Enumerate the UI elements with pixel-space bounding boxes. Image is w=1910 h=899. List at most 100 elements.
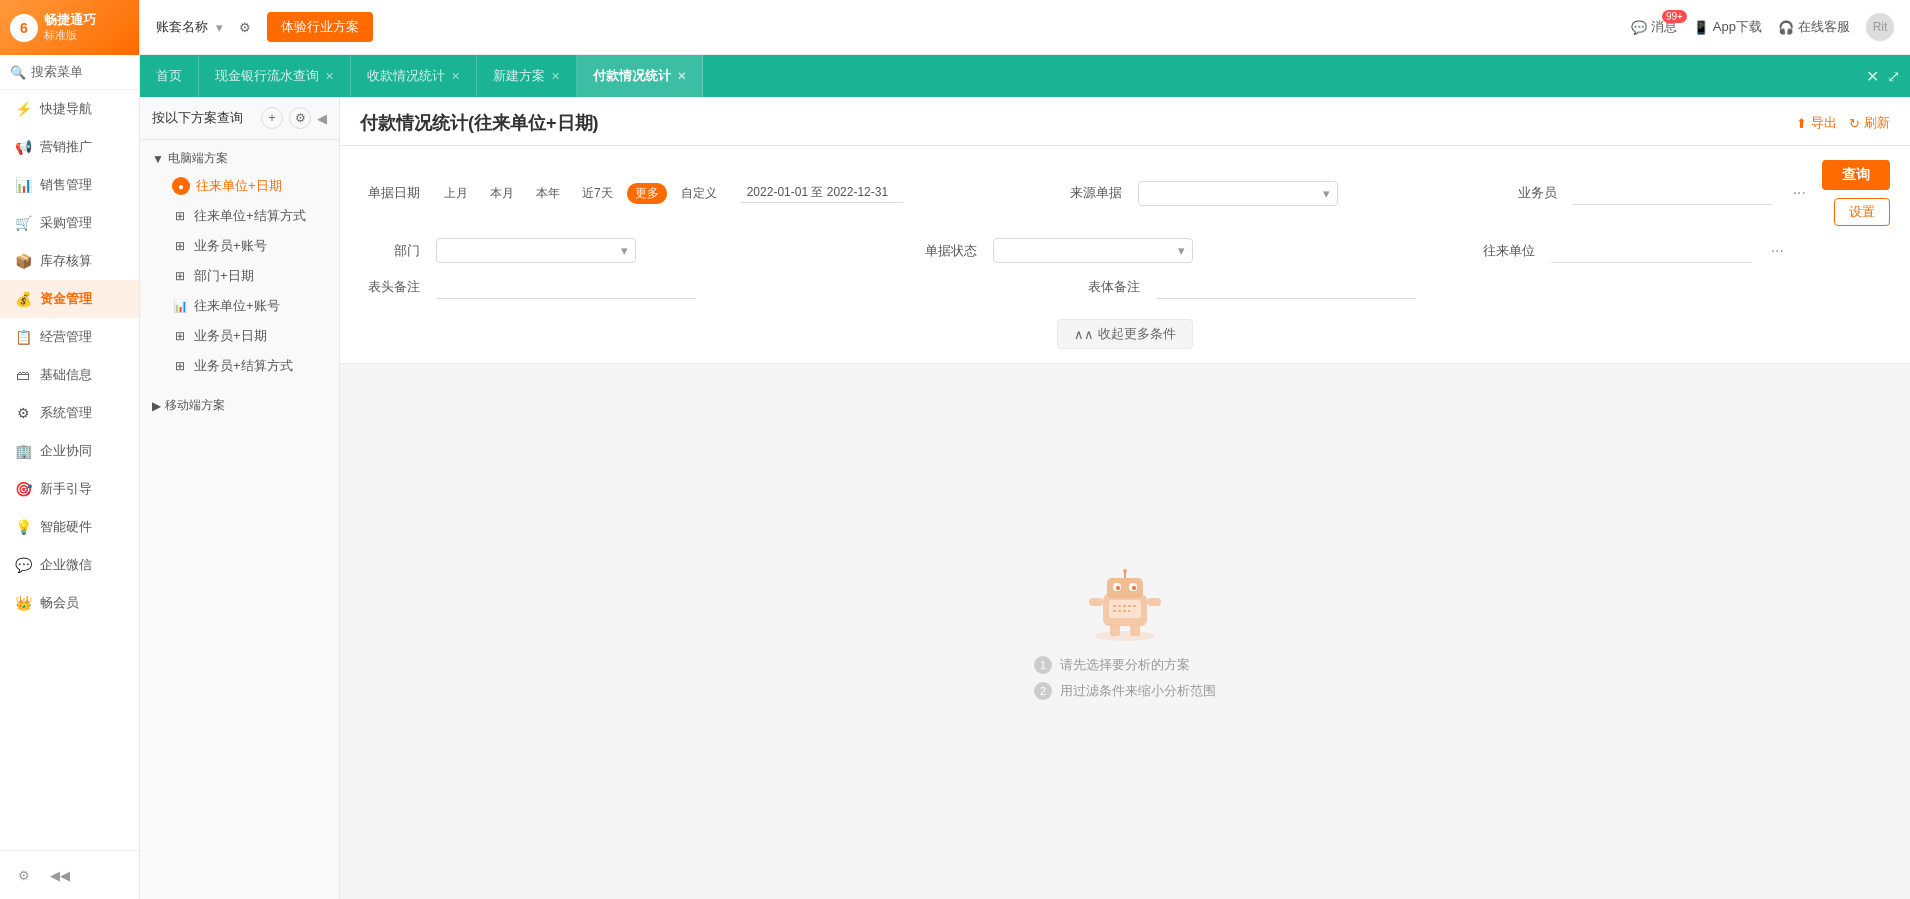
sidebar-item-system[interactable]: ⚙ 系统管理	[0, 394, 139, 432]
sidebar-item-quick-nav[interactable]: ⚡ 快捷导航	[0, 90, 139, 128]
scheme-panel-collapse-btn[interactable]: ◀	[317, 111, 327, 126]
svg-point-0	[1095, 631, 1155, 641]
hint-text-1: 请先选择要分析的方案	[1060, 656, 1190, 674]
system-icon: ⚙	[14, 404, 32, 422]
tab-close-all-btn[interactable]: ✕	[1866, 67, 1879, 86]
scheme-item-unit-settle[interactable]: ⊞ 往来单位+结算方式	[152, 201, 327, 231]
counterpart-more-btn[interactable]: ···	[1771, 242, 1784, 260]
tab-payment-stats-label: 付款情况统计	[593, 67, 671, 85]
marketing-icon: 📢	[14, 138, 32, 156]
tab-receipt-stats[interactable]: 收款情况统计 ✕	[351, 55, 477, 97]
dept-select-wrap	[436, 238, 636, 263]
table-head-remark-label: 表头备注	[360, 278, 420, 296]
doc-status-select-wrap	[993, 238, 1193, 263]
topbar-settings-btn[interactable]: ⚙	[231, 13, 259, 41]
refresh-btn[interactable]: ↻ 刷新	[1849, 114, 1890, 132]
scheme-item-label: 往来单位+日期	[196, 177, 282, 195]
date-opt-last-month[interactable]: 上月	[436, 183, 476, 204]
trial-btn[interactable]: 体验行业方案	[267, 12, 373, 42]
sidebar-item-hardware[interactable]: 💡 智能硬件	[0, 508, 139, 546]
source-doc-select-wrap	[1138, 181, 1338, 206]
scheme-item-salesman-settle[interactable]: ⊞ 业务员+结算方式	[152, 351, 327, 381]
sidebar-item-inventory[interactable]: 📦 库存核算	[0, 242, 139, 280]
tab-expand-btn[interactable]: ⤢	[1887, 67, 1900, 86]
sidebar-collapse-btn[interactable]: ◀◀	[46, 861, 74, 889]
refresh-icon: ↻	[1849, 116, 1860, 131]
main-area: 账套名称 ▾ ⚙ 体验行业方案 💬 消息 99+ 📱 App下载 🎧 在线客服 …	[140, 0, 1910, 899]
scheme-item-salesman-date[interactable]: ⊞ 业务员+日期	[152, 321, 327, 351]
date-opt-this-year[interactable]: 本年	[528, 183, 568, 204]
sidebar-item-operation[interactable]: 📋 经营管理	[0, 318, 139, 356]
scheme-add-btn[interactable]: +	[261, 107, 283, 129]
sidebar-item-capital[interactable]: 💰 资金管理	[0, 280, 139, 318]
sidebar-item-label: 快捷导航	[40, 100, 92, 118]
salesman-more-btn[interactable]: ···	[1793, 184, 1806, 202]
export-label: 导出	[1811, 114, 1837, 132]
collapse-conditions-btn[interactable]: ∧∧ 收起更多条件	[1057, 319, 1193, 349]
tab-bank-flow-close[interactable]: ✕	[325, 70, 334, 83]
source-doc-label: 来源单据	[1062, 184, 1122, 202]
scheme-item-unit-date[interactable]: ● 往来单位+日期	[152, 171, 327, 201]
tab-bank-flow[interactable]: 现金银行流水查询 ✕	[199, 55, 351, 97]
sidebar-item-guide[interactable]: 🎯 新手引导	[0, 470, 139, 508]
scheme-item-salesman-account[interactable]: ⊞ 业务员+账号	[152, 231, 327, 261]
tab-new-scheme[interactable]: 新建方案 ✕	[477, 55, 577, 97]
inventory-icon: 📦	[14, 252, 32, 270]
date-range-input[interactable]	[741, 184, 903, 203]
counterpart-label: 往来单位	[1475, 242, 1535, 260]
salesman-input[interactable]	[1573, 181, 1773, 205]
sidebar-item-basic[interactable]: 🗃 基础信息	[0, 356, 139, 394]
scheme-item-dept-date[interactable]: ⊞ 部门+日期	[152, 261, 327, 291]
counterpart-input[interactable]	[1551, 239, 1751, 263]
sidebar-item-sales[interactable]: 📊 销售管理	[0, 166, 139, 204]
sidebar-item-member[interactable]: 👑 畅会员	[0, 584, 139, 622]
scheme-item-label: 业务员+结算方式	[194, 357, 293, 375]
tab-payment-stats-close[interactable]: ✕	[677, 70, 686, 83]
doc-status-select[interactable]	[993, 238, 1193, 263]
export-btn[interactable]: ⬆ 导出	[1796, 114, 1837, 132]
sidebar-item-label: 销售管理	[40, 176, 92, 194]
sidebar-item-enterprise[interactable]: 🏢 企业协同	[0, 432, 139, 470]
search-menu-item[interactable]: 🔍 搜索菜单	[0, 55, 139, 90]
sidebar-settings-btn[interactable]: ⚙	[10, 861, 38, 889]
query-btn[interactable]: 查询	[1822, 160, 1890, 190]
sidebar-item-weixin[interactable]: 💬 企业微信	[0, 546, 139, 584]
svg-rect-12	[1130, 624, 1140, 636]
collapse-icon: ∧∧	[1074, 327, 1094, 342]
tab-receipt-stats-label: 收款情况统计	[367, 67, 445, 85]
user-avatar[interactable]: Rit	[1866, 13, 1894, 41]
date-opt-custom[interactable]: 自定义	[673, 183, 725, 204]
capital-icon: 💰	[14, 290, 32, 308]
sidebar-item-purchase[interactable]: 🛒 采购管理	[0, 204, 139, 242]
sidebar-item-marketing[interactable]: 📢 营销推广	[0, 128, 139, 166]
scheme-group-mobile-title[interactable]: ▶ 移动端方案	[152, 393, 327, 418]
sidebar-item-label: 企业微信	[40, 556, 92, 574]
online-service-btn[interactable]: 🎧 在线客服	[1778, 18, 1850, 36]
date-opt-this-month[interactable]: 本月	[482, 183, 522, 204]
table-head-remark-input[interactable]	[436, 275, 696, 299]
svg-rect-10	[1147, 598, 1161, 606]
tab-payment-stats[interactable]: 付款情况统计 ✕	[577, 55, 703, 97]
app-download-btn[interactable]: 📱 App下载	[1693, 18, 1762, 36]
tab-home[interactable]: 首页	[140, 55, 199, 97]
sidebar-item-label: 畅会员	[40, 594, 79, 612]
scheme-group-mobile: ▶ 移动端方案	[140, 387, 339, 424]
account-dropdown-icon[interactable]: ▾	[216, 20, 223, 35]
notification-btn[interactable]: 💬 消息 99+	[1631, 18, 1677, 36]
scheme-settings-btn[interactable]: ⚙	[289, 107, 311, 129]
sidebar-header: 6 畅捷通巧 标准版	[0, 0, 139, 55]
date-opt-7days[interactable]: 近7天	[574, 183, 621, 204]
sidebar-item-label: 库存核算	[40, 252, 92, 270]
refresh-label: 刷新	[1864, 114, 1890, 132]
table-body-remark-input[interactable]	[1156, 275, 1416, 299]
filter-row-2: 部门 单据状态 往来单位	[360, 238, 1890, 263]
settings-btn[interactable]: 设置	[1834, 198, 1890, 226]
scheme-item-unit-account[interactable]: 📊 往来单位+账号	[152, 291, 327, 321]
tab-new-scheme-close[interactable]: ✕	[551, 70, 560, 83]
date-opt-more[interactable]: 更多	[627, 183, 667, 204]
source-doc-select[interactable]	[1138, 181, 1338, 206]
dept-select[interactable]	[436, 238, 636, 263]
scheme-group-pc-title[interactable]: ▼ 电脑端方案	[152, 146, 327, 171]
collapse-arrow-icon: ▼	[152, 152, 164, 166]
tab-receipt-stats-close[interactable]: ✕	[451, 70, 460, 83]
